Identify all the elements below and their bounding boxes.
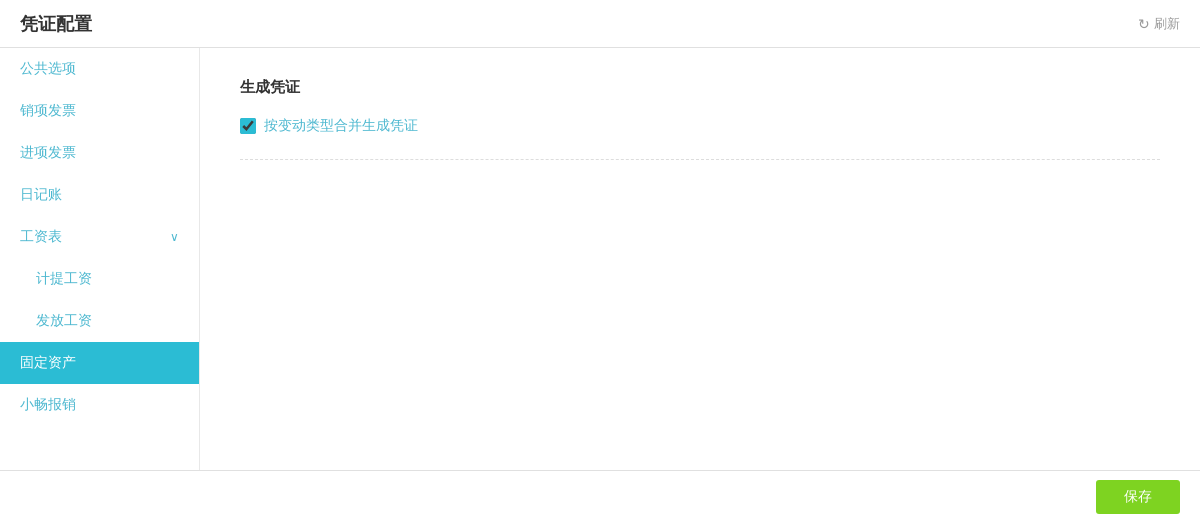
sidebar-item-payroll[interactable]: 工资表 ∨ (0, 216, 199, 258)
merge-by-type-label[interactable]: 按变动类型合并生成凭证 (264, 117, 418, 135)
sidebar-item-label: 计提工资 (36, 270, 92, 288)
section-title: 生成凭证 (240, 78, 1160, 97)
sidebar-item-label: 发放工资 (36, 312, 92, 330)
sidebar-item-label: 进项发票 (20, 144, 76, 162)
sidebar-item-label: 销项发票 (20, 102, 76, 120)
sidebar-item-public-options[interactable]: 公共选项 (0, 48, 199, 90)
sidebar-item-payroll-accrual[interactable]: 计提工资 (0, 258, 199, 300)
sidebar-item-sales-invoice[interactable]: 销项发票 (0, 90, 199, 132)
chevron-down-icon: ∨ (170, 230, 179, 244)
sidebar-item-journal[interactable]: 日记账 (0, 174, 199, 216)
refresh-button[interactable]: ↻ 刷新 (1138, 15, 1180, 33)
sidebar-item-expense-report[interactable]: 小畅报销 (0, 384, 199, 426)
header: 凭证配置 ↻ 刷新 (0, 0, 1200, 48)
refresh-label: 刷新 (1154, 15, 1180, 33)
sidebar-item-purchase-invoice[interactable]: 进项发票 (0, 132, 199, 174)
footer: 保存 (0, 470, 1200, 522)
refresh-icon: ↻ (1138, 16, 1150, 32)
page-title: 凭证配置 (20, 12, 92, 36)
sidebar-item-label: 小畅报销 (20, 396, 76, 414)
section-divider (240, 159, 1160, 160)
sidebar-item-label: 公共选项 (20, 60, 76, 78)
sidebar-item-label: 日记账 (20, 186, 62, 204)
save-button[interactable]: 保存 (1096, 480, 1180, 514)
checkbox-row: 按变动类型合并生成凭证 (240, 117, 1160, 135)
sidebar-item-label: 固定资产 (20, 354, 76, 372)
sidebar-item-fixed-assets[interactable]: 固定资产 (0, 342, 199, 384)
sidebar: 公共选项 销项发票 进项发票 日记账 工资表 ∨ 计提工资 发放工资 固定资产 … (0, 48, 200, 470)
main-layout: 公共选项 销项发票 进项发票 日记账 工资表 ∨ 计提工资 发放工资 固定资产 … (0, 48, 1200, 470)
sidebar-item-payroll-release[interactable]: 发放工资 (0, 300, 199, 342)
content-area: 生成凭证 按变动类型合并生成凭证 (200, 48, 1200, 470)
sidebar-item-label: 工资表 (20, 228, 62, 246)
merge-by-type-checkbox[interactable] (240, 118, 256, 134)
